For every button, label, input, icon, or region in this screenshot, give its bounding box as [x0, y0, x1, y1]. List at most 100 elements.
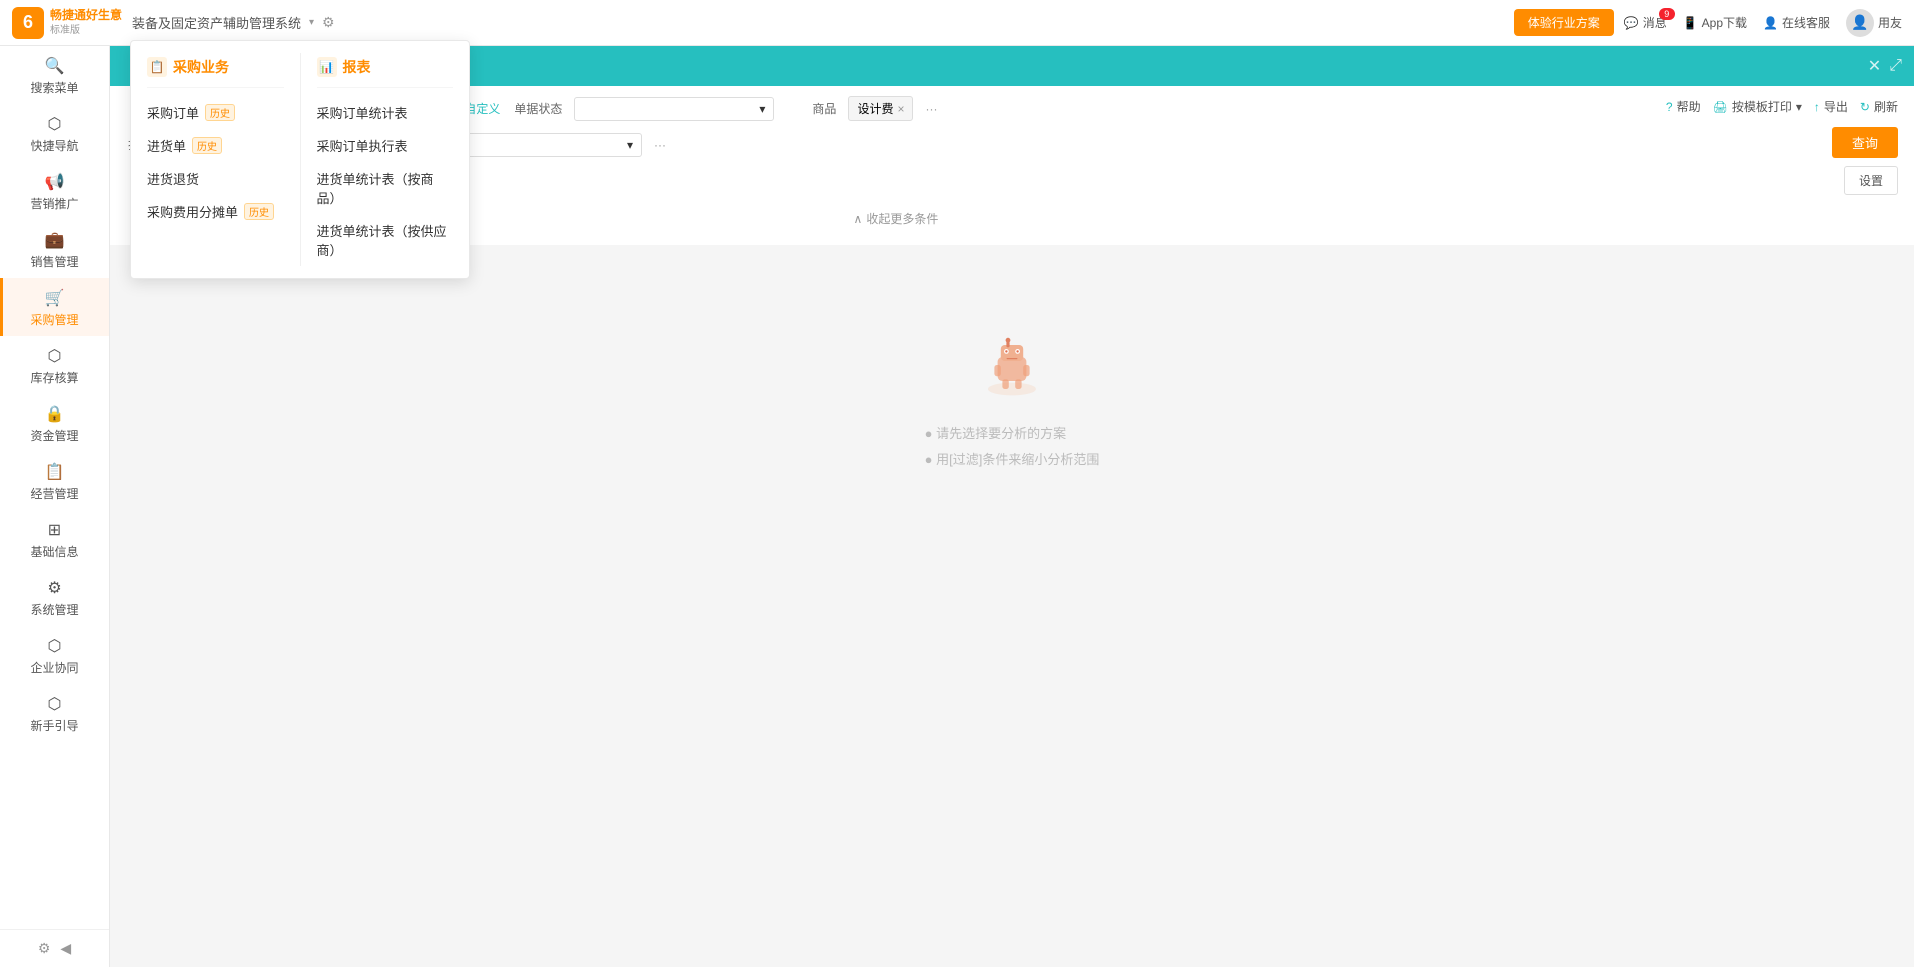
print-arrow: ▾	[1796, 100, 1802, 114]
avatar: 👤	[1846, 9, 1874, 37]
status-select-arrow: ▾	[759, 102, 765, 116]
sales-icon: 💼	[45, 230, 65, 250]
purchase-icon: 🛒	[45, 288, 65, 308]
sidebar-label-basic: 基础信息	[30, 543, 78, 560]
refresh-btn[interactable]: ↻ 刷新	[1860, 98, 1898, 115]
tab-bar-right: ✕ ⤢	[1856, 56, 1914, 76]
phone-icon: 📱	[1683, 16, 1698, 30]
dropdown-header-purchase: 📋 采购业务	[147, 53, 284, 88]
sidebar-collapse-icon[interactable]: ◀	[60, 940, 71, 957]
sidebar-label-marketing: 营销推广	[30, 195, 78, 212]
print-label: 按模板打印	[1732, 98, 1792, 115]
help-label: 帮助	[1677, 98, 1701, 115]
message-item[interactable]: 💬 消息 9	[1624, 14, 1667, 31]
sidebar-item-system[interactable]: ⚙ 系统管理	[0, 568, 109, 626]
query-button[interactable]: 查询	[1832, 127, 1898, 158]
goods-tag-value: 设计费	[857, 100, 893, 117]
goods-in-label: 进货单	[147, 136, 186, 155]
export-icon: ↑	[1814, 100, 1820, 114]
collapse-label: 收起更多条件	[866, 210, 938, 227]
header-right: 💬 消息 9 📱 App下载 👤 在线客服 👤 用友	[1624, 9, 1902, 37]
print-icon: 🖨	[1713, 100, 1728, 114]
inventory-icon: ⬡	[48, 346, 62, 366]
sidebar-item-purchase[interactable]: 🛒 采购管理	[0, 278, 109, 336]
dropdown-item-goods-in-stat-goods[interactable]: 进货单统计表（按商品）	[317, 162, 454, 214]
dropdown-header-purchase-label: 采购业务	[173, 57, 229, 77]
salesman-select[interactable]: ▾	[462, 133, 642, 157]
finance-icon: 🔒	[45, 404, 65, 424]
purchase-expense-badge: 历史	[244, 203, 274, 220]
goods-return-label: 进货退货	[147, 169, 199, 188]
dropdown-item-goods-in-stat-supplier[interactable]: 进货单统计表（按供应商）	[317, 214, 454, 266]
industry-button[interactable]: 体验行业方案	[1514, 9, 1614, 36]
sidebar-label-guide: 新手引导	[30, 717, 78, 734]
user-item[interactable]: 👤 用友	[1846, 9, 1902, 37]
dropdown-item-purchase-order-stat[interactable]: 采购订单统计表	[317, 96, 454, 129]
goods-label: 商品	[786, 100, 836, 117]
goods-tag-close[interactable]: ×	[897, 102, 904, 116]
refresh-icon: ↻	[1860, 100, 1870, 114]
dropdown-col-purchase: 📋 采购业务 采购订单 历史 进货单 历史 进货退货	[131, 53, 300, 266]
sidebar-item-basic[interactable]: ⊞ 基础信息	[0, 510, 109, 568]
main-layout: 🔍 搜索菜单 ⬡ 快捷导航 📢 营销推广 💼 销售管理 🛒 采购管理 ⬡ 库存核…	[0, 46, 1914, 967]
logo-text: 畅捷通好生意 标准版	[50, 8, 122, 37]
content-area: 首页 销售排行榜 ✕ ✕ ⤢ 日期 2024-01-01 ~ 2	[110, 46, 1914, 967]
system-title-text: 装备及固定资产辅助管理系统	[132, 13, 301, 32]
report-header-icon: 📊	[317, 57, 337, 77]
empty-state: ● 请先选择要分析的方案 ● 用[过滤]条件来缩小分析范围	[110, 245, 1914, 553]
edition-label: 标准版	[50, 24, 122, 37]
app-download-item[interactable]: 📱 App下载	[1683, 14, 1747, 31]
guide-icon: ⬡	[48, 694, 62, 714]
empty-tip1: ● 请先选择要分析的方案	[925, 421, 1100, 447]
dropdown-item-purchase-expense[interactable]: 采购费用分摊单 历史	[147, 195, 284, 228]
sidebar-settings-icon[interactable]: ⚙	[38, 940, 51, 957]
brand-name: 畅捷通好生意	[50, 8, 122, 24]
goods-more-ellipsis[interactable]: ···	[925, 102, 937, 116]
app-download-label: App下载	[1702, 14, 1747, 31]
user-name: 用友	[1878, 14, 1902, 31]
purchase-order-stat-label: 采购订单统计表	[317, 103, 408, 122]
dropdown-item-purchase-order[interactable]: 采购订单 历史	[147, 96, 284, 129]
sidebar-label-purchase: 采购管理	[30, 311, 78, 328]
sidebar-item-search[interactable]: 🔍 搜索菜单	[0, 46, 109, 104]
empty-illustration	[972, 325, 1052, 405]
system-icon: ⚙	[47, 578, 61, 598]
sidebar-label-operation: 经营管理	[30, 485, 78, 502]
goods-in-badge: 历史	[192, 137, 222, 154]
sidebar-label-inventory: 库存核算	[30, 369, 78, 386]
status-select[interactable]: ▾	[574, 97, 774, 121]
marketing-icon: 📢	[45, 172, 65, 192]
sidebar-item-marketing[interactable]: 📢 营销推广	[0, 162, 109, 220]
sidebar-item-finance[interactable]: 🔒 资金管理	[0, 394, 109, 452]
refresh-label: 刷新	[1874, 98, 1898, 115]
quick-nav-icon: ⬡	[48, 114, 62, 134]
tab-close-btn[interactable]: ✕	[1868, 56, 1881, 76]
online-service-item[interactable]: 👤 在线客服	[1763, 14, 1830, 31]
purchase-order-exec-label: 采购订单执行表	[317, 136, 408, 155]
sidebar-item-guide[interactable]: ⬡ 新手引导	[0, 684, 109, 742]
online-service-label: 在线客服	[1782, 14, 1830, 31]
title-dropdown-arrow[interactable]: ▾	[309, 17, 314, 28]
export-label: 导出	[1824, 98, 1848, 115]
set-button[interactable]: 设置	[1844, 166, 1898, 195]
sidebar-label-quick-nav: 快捷导航	[30, 137, 78, 154]
dropdown-item-goods-return[interactable]: 进货退货	[147, 162, 284, 195]
message-badge: 9	[1659, 8, 1675, 20]
sidebar-item-operation[interactable]: 📋 经营管理	[0, 452, 109, 510]
export-btn[interactable]: ↑ 导出	[1814, 98, 1848, 115]
sidebar-item-inventory[interactable]: ⬡ 库存核算	[0, 336, 109, 394]
salesman-more-ellipsis[interactable]: ···	[654, 138, 666, 152]
print-btn[interactable]: 🖨 按模板打印 ▾	[1713, 98, 1802, 115]
sidebar-item-quick-nav[interactable]: ⬡ 快捷导航	[0, 104, 109, 162]
tab-expand-btn[interactable]: ⤢	[1889, 57, 1902, 75]
dropdown-item-goods-in[interactable]: 进货单 历史	[147, 129, 284, 162]
dropdown-item-purchase-order-exec[interactable]: 采购订单执行表	[317, 129, 454, 162]
operation-icon: 📋	[45, 462, 65, 482]
sidebar-bottom: ⚙ ◀	[0, 929, 109, 967]
salesman-select-arrow: ▾	[627, 138, 633, 152]
sidebar-item-sales[interactable]: 💼 销售管理	[0, 220, 109, 278]
sidebar-label-sales: 销售管理	[30, 253, 78, 270]
settings-icon[interactable]: ⚙	[322, 14, 335, 31]
help-btn[interactable]: ? 帮助	[1666, 98, 1701, 115]
sidebar-item-enterprise[interactable]: ⬡ 企业协同	[0, 626, 109, 684]
